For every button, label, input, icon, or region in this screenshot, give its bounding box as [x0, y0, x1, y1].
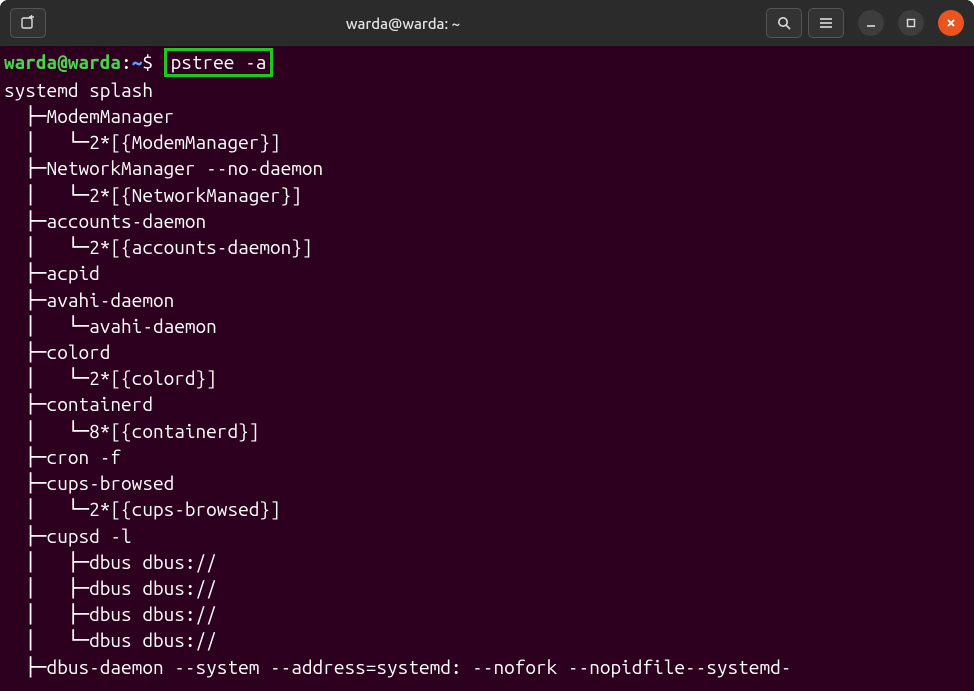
tree-line: │ └─2*[{ModemManager}]	[4, 131, 281, 153]
tree-line: ├─NetworkManager --no-daemon	[4, 157, 323, 179]
tree-line: │ └─2*[{cups-browsed}]	[4, 498, 281, 520]
search-icon	[776, 15, 792, 31]
tree-line: ├─accounts-daemon	[4, 210, 206, 232]
prompt-path: ~	[132, 51, 143, 73]
close-button[interactable]	[938, 10, 964, 36]
tree-line: ├─containerd	[4, 393, 153, 415]
command-text: pstree -a	[171, 51, 267, 73]
tree-line: ├─dbus-daemon --system --address=systemd…	[4, 656, 791, 678]
maximize-icon	[905, 17, 917, 29]
tree-line: │ └─2*[{accounts-daemon}]	[4, 236, 313, 258]
tree-line: ├─colord	[4, 341, 110, 363]
tree-line: │ ├─dbus dbus://	[4, 603, 217, 625]
tree-line: │ └─avahi-daemon	[4, 315, 217, 337]
search-button[interactable]	[766, 8, 802, 38]
tree-line: │ └─8*[{containerd}]	[4, 420, 259, 442]
prompt-sep: :	[121, 51, 132, 73]
tree-line: ├─cupsd -l	[4, 525, 132, 547]
window-title: warda@warda: ~	[46, 15, 760, 32]
hamburger-icon	[818, 15, 834, 31]
minimize-button[interactable]	[858, 10, 884, 36]
tree-line: │ └─2*[{colord}]	[4, 367, 217, 389]
tree-line: │ └─2*[{NetworkManager}]	[4, 184, 302, 206]
command-highlight: pstree -a	[164, 48, 274, 77]
new-tab-button[interactable]	[10, 8, 46, 38]
titlebar: warda@warda: ~	[0, 0, 974, 46]
prompt-user-host: warda@warda	[4, 51, 121, 73]
tree-line: │ └─dbus dbus://	[4, 629, 217, 651]
tree-line: ├─cups-browsed	[4, 472, 174, 494]
hamburger-menu-button[interactable]	[808, 8, 844, 38]
tree-line: ├─avahi-daemon	[4, 289, 174, 311]
tree-line: ├─ModemManager	[4, 105, 174, 127]
close-icon	[945, 17, 957, 29]
minimize-icon	[865, 17, 877, 29]
terminal-window: warda@warda: ~	[0, 0, 974, 691]
maximize-button[interactable]	[898, 10, 924, 36]
tree-line: │ ├─dbus dbus://	[4, 577, 217, 599]
terminal-body[interactable]: warda@warda:~$ pstree -a systemd splash …	[0, 46, 974, 691]
tree-line: │ ├─dbus dbus://	[4, 551, 217, 573]
prompt-dollar: $	[142, 51, 153, 73]
tree-line: ├─cron -f	[4, 446, 121, 468]
tree-line: ├─acpid	[4, 262, 100, 284]
tree-root: systemd splash	[4, 79, 153, 101]
new-tab-icon	[20, 15, 36, 31]
